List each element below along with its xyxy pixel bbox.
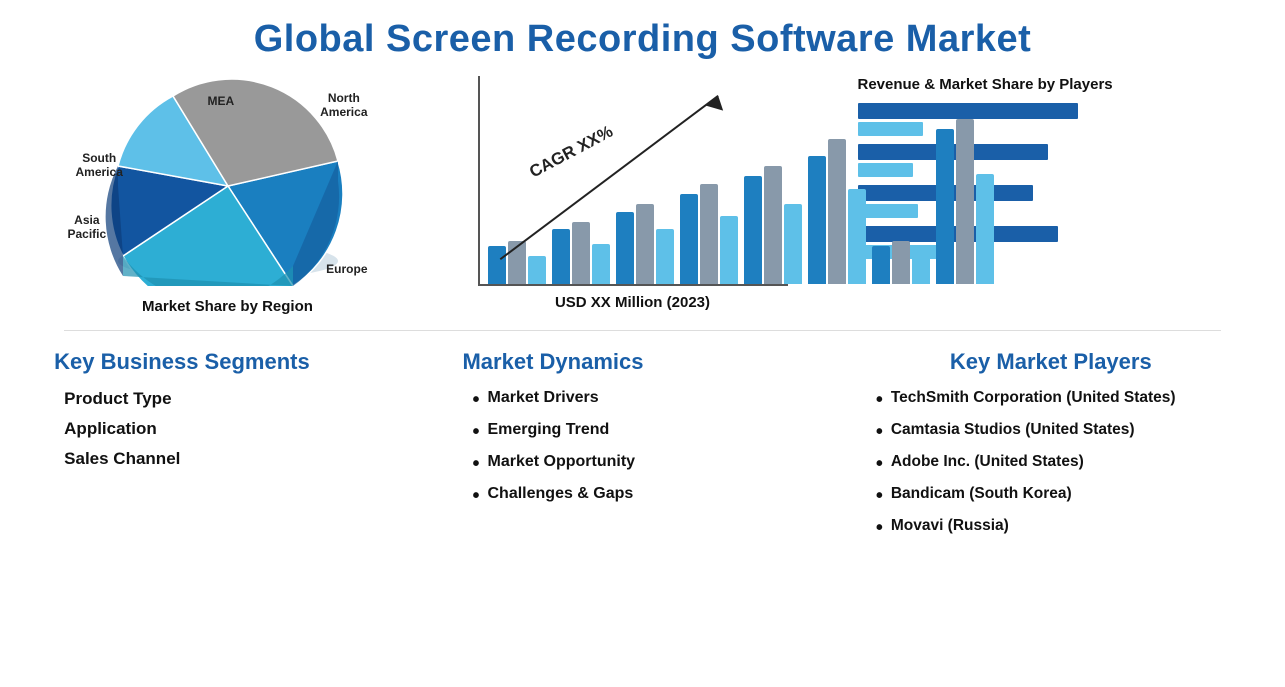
pie-label-south-america: SouthAmerica [76,151,123,179]
players-title: Key Market Players [871,349,1231,375]
hbar-row-1 [858,103,1198,136]
player-item-5: Movavi (Russia) [876,517,1231,539]
top-section: NorthAmerica MEA SouthAmerica AsiaPacifi… [0,76,1285,315]
hbar-row-3 [858,185,1198,218]
pie-label-asia-pacific: AsiaPacific [68,213,107,241]
bar-group-5 [744,166,802,284]
bar-section: CAGR XX% [463,76,803,311]
pie-section: NorthAmerica MEA SouthAmerica AsiaPacifi… [48,76,408,315]
bar-gray [892,241,910,284]
bar-blue [488,246,506,284]
bar-light [592,244,610,284]
bar-light [528,256,546,284]
hbar-light-2 [858,163,913,177]
player-item-3: Adobe Inc. (United States) [876,453,1231,475]
bar-group-2 [552,222,610,284]
bar-blue [680,194,698,284]
bar-group-7 [872,241,930,284]
dynamics-item-2: Emerging Trend [472,421,822,443]
bar-gray [764,166,782,284]
hbar-light-1 [858,122,923,136]
bar-gray [508,241,526,284]
bar-gray [828,139,846,284]
segment-item-1: Product Type [64,389,414,409]
segment-item-2: Application [64,419,414,439]
segment-item-3: Sales Channel [64,449,414,469]
bar-gray [956,119,974,284]
dynamics-item-1: Market Drivers [472,389,822,411]
bottom-section: Key Business Segments Product Type Appli… [0,331,1285,549]
player-item-2: Camtasia Studios (United States) [876,421,1231,443]
bar-light [912,256,930,284]
svg-text:CAGR XX%: CAGR XX% [526,122,616,182]
dynamics-item-3: Market Opportunity [472,453,822,475]
bar-group-4 [680,184,738,284]
hbar-title: Revenue & Market Share by Players [858,76,1113,93]
players-col: Key Market Players TechSmith Corporation… [871,349,1231,549]
bar-group-3 [616,204,674,284]
hbar-dark-1 [858,103,1078,119]
pie-label-mea: MEA [208,94,235,108]
bar-chart: CAGR XX% [478,76,788,286]
hbar-section: Revenue & Market Share by Players [858,76,1238,259]
players-list: TechSmith Corporation (United States) Ca… [871,389,1231,539]
hbar-light-3 [858,204,918,218]
bar-light [656,229,674,284]
bar-chart-title: USD XX Million (2023) [555,294,710,311]
bar-blue [808,156,826,284]
bar-light [976,174,994,284]
bar-group-1 [488,241,546,284]
dynamics-item-4: Challenges & Gaps [472,485,822,507]
bar-group-8 [936,119,994,284]
bar-blue [936,129,954,284]
dynamics-col: Market Dynamics Market Drivers Emerging … [462,349,822,549]
segments-title: Key Business Segments [54,349,414,375]
pie-label-europe: Europe [326,262,367,276]
bar-blue [744,176,762,284]
bar-gray [636,204,654,284]
bar-gray [572,222,590,284]
bar-light [848,189,866,284]
bar-gray [700,184,718,284]
pie-chart: NorthAmerica MEA SouthAmerica AsiaPacifi… [68,76,388,296]
dynamics-list: Market Drivers Emerging Trend Market Opp… [462,389,822,507]
bar-light [720,216,738,284]
dynamics-title: Market Dynamics [462,349,822,375]
hbar-row-2 [858,144,1198,177]
player-item-1: TechSmith Corporation (United States) [876,389,1231,411]
bar-blue [616,212,634,284]
pie-label-north-america: NorthAmerica [320,91,367,119]
bar-light [784,204,802,284]
bar-blue [552,229,570,284]
player-item-4: Bandicam (South Korea) [876,485,1231,507]
pie-chart-title: Market Share by Region [142,298,313,315]
segments-col: Key Business Segments Product Type Appli… [54,349,414,549]
bar-blue [872,246,890,284]
segments-list: Product Type Application Sales Channel [54,389,414,469]
page-title: Global Screen Recording Software Market [0,0,1285,71]
bar-group-6 [808,139,866,284]
